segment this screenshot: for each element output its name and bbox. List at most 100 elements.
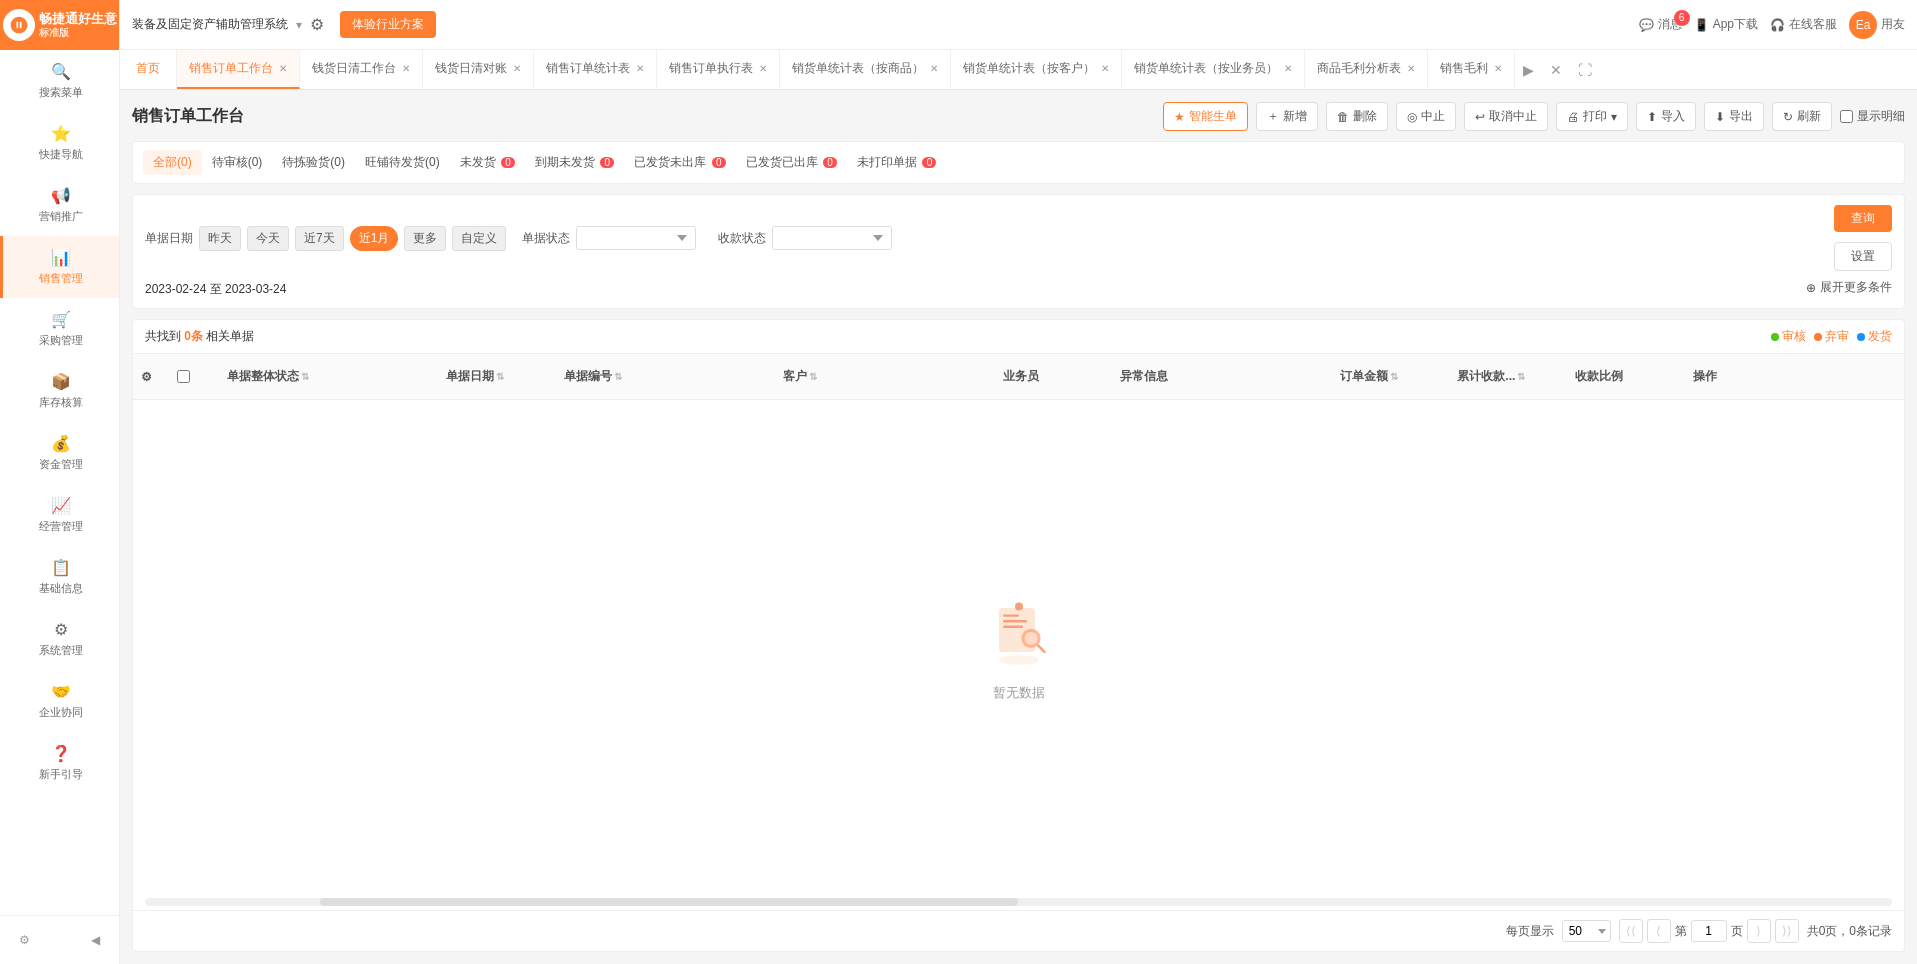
th-customer[interactable]: 客户 ⇅: [775, 362, 994, 391]
tab-daily-reconcile[interactable]: 钱货日清对账 ✕: [423, 50, 534, 89]
subtab-unshipped[interactable]: 未发货 0: [450, 150, 525, 175]
approve-btn[interactable]: 审核: [1771, 328, 1806, 345]
message-btn[interactable]: 💬 消息 6: [1639, 16, 1682, 33]
logo-icon: [3, 9, 35, 41]
reject-btn[interactable]: 弃审: [1814, 328, 1849, 345]
show-detail-checkbox[interactable]: [1840, 110, 1853, 123]
date-more-btn[interactable]: 更多: [404, 226, 446, 251]
th-amount[interactable]: 订单金额 ⇅: [1332, 362, 1450, 391]
export-icon: ⬇: [1715, 110, 1725, 124]
smart-btn[interactable]: ★ 智能生单: [1163, 102, 1248, 131]
collapse-btn[interactable]: ◀: [79, 924, 111, 956]
ship-btn[interactable]: 发货: [1857, 328, 1892, 345]
tab-daily-clear[interactable]: 钱货日清工作台 ✕: [300, 50, 423, 89]
tab-close-daily-clear[interactable]: ✕: [402, 63, 410, 74]
date-today-btn[interactable]: 今天: [247, 226, 289, 251]
stop-btn[interactable]: ◎ 中止: [1396, 102, 1456, 131]
sidebar-item-enterprise[interactable]: 🤝 企业协同: [0, 670, 119, 732]
sidebar-item-quick-nav[interactable]: ⭐ 快捷导航: [0, 112, 119, 174]
th-settings[interactable]: ⚙: [133, 362, 169, 391]
tabbar-expand-btn[interactable]: ⛶: [1570, 62, 1600, 78]
date-7days-btn[interactable]: 近7天: [295, 226, 344, 251]
th-ratio[interactable]: 收款比例: [1567, 362, 1685, 391]
next-page-btn[interactable]: ⟩: [1747, 919, 1771, 943]
sidebar-item-inventory[interactable]: 📦 库存核算: [0, 360, 119, 422]
tab-close-sales-salesperson[interactable]: ✕: [1284, 63, 1292, 74]
tab-home[interactable]: 首页: [120, 50, 177, 89]
subtab-pending-review[interactable]: 待审核(0): [202, 150, 273, 175]
last-page-btn[interactable]: ⟩⟩: [1775, 919, 1799, 943]
subtab-unprinted[interactable]: 未打印单据 0: [847, 150, 946, 175]
th-status[interactable]: 单据整体状态 ⇅: [219, 362, 438, 391]
tabbar-more-btn[interactable]: ▶: [1515, 62, 1542, 78]
sidebar-item-operation[interactable]: 📈 经营管理: [0, 484, 119, 546]
subtab-all[interactable]: 全部(0): [143, 150, 202, 175]
expand-btn[interactable]: ⊕ 展开更多条件: [1806, 279, 1892, 296]
th-exception[interactable]: 异常信息: [1112, 362, 1331, 391]
gear-icon[interactable]: ⚙: [310, 15, 324, 34]
print-btn[interactable]: 🖨 打印 ▾: [1556, 102, 1628, 131]
tab-close-sales-customer[interactable]: ✕: [1101, 63, 1109, 74]
tab-sales-exec[interactable]: 销售订单执行表 ✕: [657, 50, 780, 89]
date-yesterday-btn[interactable]: 昨天: [199, 226, 241, 251]
sidebar-item-finance[interactable]: 💰 资金管理: [0, 422, 119, 484]
select-all-checkbox[interactable]: [177, 370, 190, 383]
industry-btn[interactable]: 体验行业方案: [340, 11, 436, 38]
export-btn[interactable]: ⬇ 导出: [1704, 102, 1764, 131]
show-detail-label[interactable]: 显示明细: [1840, 108, 1905, 125]
cancel-stop-btn[interactable]: ↩ 取消中止: [1464, 102, 1548, 131]
tab-sales-product[interactable]: 销货单统计表（按商品） ✕: [780, 50, 951, 89]
status-select[interactable]: [576, 226, 696, 250]
tab-close-sales-profit[interactable]: ✕: [1494, 63, 1502, 74]
tab-sales-stats[interactable]: 销售订单统计表 ✕: [534, 50, 657, 89]
tab-profit[interactable]: 商品毛利分析表 ✕: [1305, 50, 1428, 89]
tab-close-sales-workbench[interactable]: ✕: [279, 63, 287, 74]
subtab-pending-inspect[interactable]: 待拣验货(0): [272, 150, 355, 175]
sidebar-item-search[interactable]: 🔍 搜索菜单: [0, 50, 119, 112]
tab-close-sales-stats[interactable]: ✕: [636, 63, 644, 74]
prev-page-btn[interactable]: ⟨: [1647, 919, 1671, 943]
subtab-overdue-unshipped[interactable]: 到期未发货 0: [525, 150, 624, 175]
page-input[interactable]: [1691, 920, 1727, 942]
subtab-shipped-out[interactable]: 已发货已出库 0: [736, 150, 847, 175]
sidebar-item-basic[interactable]: 📋 基础信息: [0, 546, 119, 608]
scrollbar-track[interactable]: [145, 898, 1892, 906]
subtab-wangpu-ship[interactable]: 旺铺待发货(0): [355, 150, 450, 175]
sidebar-item-system[interactable]: ⚙ 系统管理: [0, 608, 119, 670]
th-checkbox[interactable]: [169, 362, 219, 391]
tab-close-sales-product[interactable]: ✕: [930, 63, 938, 74]
th-date[interactable]: 单据日期 ⇅: [438, 362, 556, 391]
first-page-btn[interactable]: ⟨⟨: [1619, 919, 1643, 943]
tab-close-daily-reconcile[interactable]: ✕: [513, 63, 521, 74]
tabbar-close-all-btn[interactable]: ✕: [1542, 62, 1570, 78]
date-custom-btn[interactable]: 自定义: [452, 226, 506, 251]
import-btn[interactable]: ⬆ 导入: [1636, 102, 1696, 131]
tab-close-sales-exec[interactable]: ✕: [759, 63, 767, 74]
refresh-btn[interactable]: ↻ 刷新: [1772, 102, 1832, 131]
settings-btn[interactable]: ⚙: [8, 924, 40, 956]
tab-sales-profit[interactable]: 销售毛利 ✕: [1428, 50, 1515, 89]
payment-select[interactable]: [772, 226, 892, 250]
date-1month-btn[interactable]: 近1月: [350, 226, 399, 251]
sidebar-item-purchase[interactable]: 🛒 采购管理: [0, 298, 119, 360]
delete-btn[interactable]: 🗑 删除: [1326, 102, 1388, 131]
add-btn[interactable]: ＋ 新增: [1256, 102, 1318, 131]
dropdown-icon[interactable]: ▾: [296, 18, 302, 32]
tab-close-profit[interactable]: ✕: [1407, 63, 1415, 74]
per-page-select[interactable]: 50 10 20 100: [1562, 920, 1611, 942]
tab-sales-customer[interactable]: 销货单统计表（按客户） ✕: [951, 50, 1122, 89]
tab-sales-workbench[interactable]: 销售订单工作台 ✕: [177, 50, 300, 89]
th-collected[interactable]: 累计收款... ⇅: [1449, 362, 1567, 391]
th-salesperson[interactable]: 业务员: [995, 362, 1113, 391]
app-download-btn[interactable]: 📱 App下载: [1694, 16, 1758, 33]
set-btn[interactable]: 设置: [1834, 242, 1892, 271]
th-number[interactable]: 单据编号 ⇅: [556, 362, 775, 391]
tab-sales-salesperson[interactable]: 销货单统计表（按业务员） ✕: [1122, 50, 1305, 89]
online-service-btn[interactable]: 🎧 在线客服: [1770, 16, 1837, 33]
user-menu[interactable]: Ea 用友: [1849, 11, 1905, 39]
sidebar-item-guide[interactable]: ❓ 新手引导: [0, 732, 119, 794]
query-btn[interactable]: 查询: [1834, 205, 1892, 232]
sidebar-item-sales[interactable]: 📊 销售管理: [0, 236, 119, 298]
subtab-shipped-not-out[interactable]: 已发货未出库 0: [624, 150, 735, 175]
sidebar-item-marketing[interactable]: 📢 营销推广: [0, 174, 119, 236]
